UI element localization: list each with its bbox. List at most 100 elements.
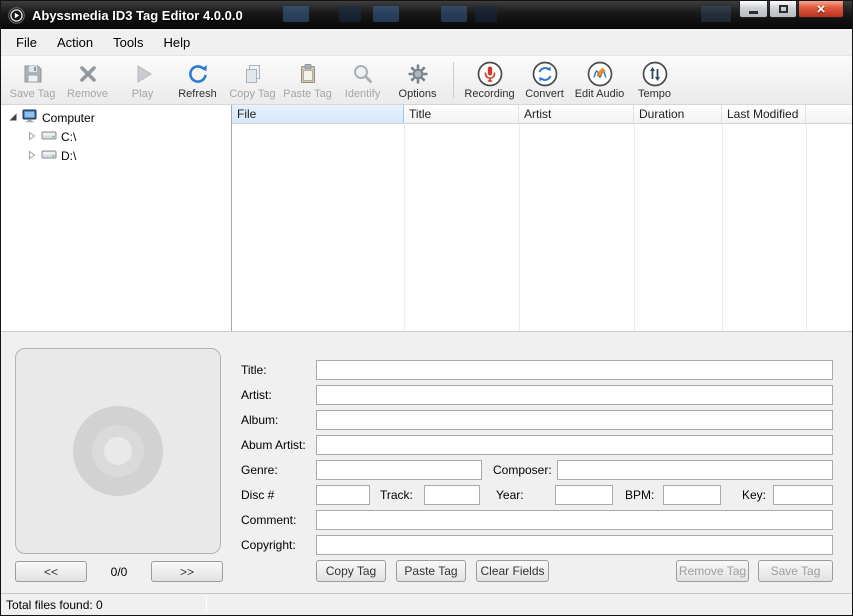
gear-icon	[406, 60, 430, 87]
titlebar-artifact	[283, 6, 309, 22]
title-input[interactable]	[316, 360, 833, 380]
toolbar-button-label: Recording	[464, 88, 514, 100]
maximize-button[interactable]	[769, 1, 797, 18]
microphone-icon	[477, 60, 503, 87]
menu-file[interactable]: File	[6, 31, 47, 54]
disc-input[interactable]	[316, 485, 370, 505]
options-button[interactable]: Options	[390, 57, 445, 103]
maximize-icon	[779, 5, 788, 13]
clear-fields-button[interactable]: Clear Fields	[476, 560, 549, 582]
album-artist-input[interactable]	[316, 435, 833, 455]
cd-disc-icon	[73, 406, 163, 496]
toolbar-button-label: Options	[399, 88, 437, 100]
artist-label: Artist:	[241, 388, 272, 402]
window-controls: ×	[739, 1, 844, 18]
copyright-input[interactable]	[316, 535, 833, 555]
bpm-input[interactable]	[663, 485, 721, 505]
magnifier-icon	[351, 60, 375, 87]
refresh-icon	[186, 60, 210, 87]
file-list-body[interactable]	[232, 124, 852, 331]
titlebar-artifact	[701, 6, 731, 22]
album-artist-label: Abum Artist:	[241, 438, 306, 452]
menu-action[interactable]: Action	[47, 31, 103, 54]
column-header-filler	[806, 105, 852, 123]
comment-label: Comment:	[241, 513, 296, 527]
save-tag-form-button[interactable]: Save Tag	[758, 560, 833, 582]
artist-input[interactable]	[316, 385, 833, 405]
key-input[interactable]	[773, 485, 833, 505]
tree-item-label: C:\	[61, 130, 76, 144]
next-file-button[interactable]: >>	[151, 561, 223, 582]
genre-label: Genre:	[241, 463, 278, 477]
grid-line	[634, 124, 635, 331]
toolbar-button-label: Tempo	[638, 88, 671, 100]
prev-file-button[interactable]: <<	[15, 561, 87, 582]
tree-item-label: D:\	[61, 149, 76, 163]
remove-button[interactable]: Remove	[60, 57, 115, 103]
grid-line	[722, 124, 723, 331]
copy-tag-form-button[interactable]: Copy Tag	[316, 560, 386, 582]
edit-audio-button[interactable]: Edit Audio	[572, 57, 627, 103]
track-input[interactable]	[424, 485, 480, 505]
toolbar-button-label: Play	[132, 88, 153, 100]
remove-tag-button[interactable]: Remove Tag	[676, 560, 749, 582]
total-files-status: Total files found: 0	[1, 598, 103, 612]
toolbar-button-label: Convert	[525, 88, 564, 100]
computer-icon	[22, 109, 38, 126]
save-icon	[21, 60, 45, 87]
comment-input[interactable]	[316, 510, 833, 530]
expander-collapsed-icon[interactable]	[27, 149, 37, 163]
composer-label: Composer:	[493, 463, 552, 477]
tag-editor-panel: << 0/0 >> Title: Artist: Album: Abum Art…	[1, 331, 852, 593]
key-label: Key:	[742, 488, 766, 502]
remove-x-icon	[76, 60, 100, 87]
titlebar: Abyssmedia ID3 Tag Editor 4.0.0.0 ×	[1, 1, 852, 29]
year-label: Year:	[496, 488, 524, 502]
menu-tools[interactable]: Tools	[103, 31, 153, 54]
window-title: Abyssmedia ID3 Tag Editor 4.0.0.0	[32, 8, 243, 23]
clipboard-icon	[296, 60, 320, 87]
toolbar-button-label: Edit Audio	[575, 88, 625, 100]
expander-expanded-icon[interactable]	[8, 111, 18, 125]
genre-input[interactable]	[316, 460, 482, 480]
titlebar-artifact	[339, 6, 361, 22]
save-tag-button[interactable]: Save Tag	[5, 57, 60, 103]
convert-button[interactable]: Convert	[517, 57, 572, 103]
tree-item-computer[interactable]: Computer	[1, 108, 231, 127]
paste-tag-form-button[interactable]: Paste Tag	[396, 560, 466, 582]
album-input[interactable]	[316, 410, 833, 430]
main-area: Computer C:\ D:\	[1, 105, 852, 331]
play-button[interactable]: Play	[115, 57, 170, 103]
toolbar: Save Tag Remove Play Refresh Copy Tag	[1, 55, 852, 105]
tree-item-drive-c[interactable]: C:\	[1, 127, 231, 146]
tree-item-drive-d[interactable]: D:\	[1, 146, 231, 165]
album-label: Album:	[241, 413, 278, 427]
recording-button[interactable]: Recording	[462, 57, 517, 103]
tempo-button[interactable]: Tempo	[627, 57, 682, 103]
app-logo-icon	[8, 7, 25, 24]
column-header-title[interactable]: Title	[404, 105, 519, 123]
menu-help[interactable]: Help	[153, 31, 200, 54]
year-input[interactable]	[555, 485, 613, 505]
close-icon: ×	[817, 2, 826, 17]
paste-tag-button[interactable]: Paste Tag	[280, 57, 335, 103]
copy-icon	[241, 60, 265, 87]
app-window: Abyssmedia ID3 Tag Editor 4.0.0.0 × File…	[0, 0, 853, 616]
refresh-button[interactable]: Refresh	[170, 57, 225, 103]
column-header-file[interactable]: File	[232, 105, 404, 123]
composer-input[interactable]	[557, 460, 833, 480]
column-header-artist[interactable]: Artist	[519, 105, 634, 123]
minimize-icon	[749, 11, 758, 14]
copy-tag-button[interactable]: Copy Tag	[225, 57, 280, 103]
menubar: File Action Tools Help	[1, 29, 852, 55]
titlebar-artifact	[441, 6, 467, 22]
file-list: File Title Artist Duration Last Modified	[232, 105, 852, 331]
column-header-last-modified[interactable]: Last Modified	[722, 105, 806, 123]
close-button[interactable]: ×	[798, 1, 844, 18]
file-list-header: File Title Artist Duration Last Modified	[232, 105, 852, 124]
expander-collapsed-icon[interactable]	[27, 130, 37, 144]
minimize-button[interactable]	[739, 1, 768, 18]
identify-button[interactable]: Identify	[335, 57, 390, 103]
column-header-duration[interactable]: Duration	[634, 105, 722, 123]
title-label: Title:	[241, 363, 267, 377]
